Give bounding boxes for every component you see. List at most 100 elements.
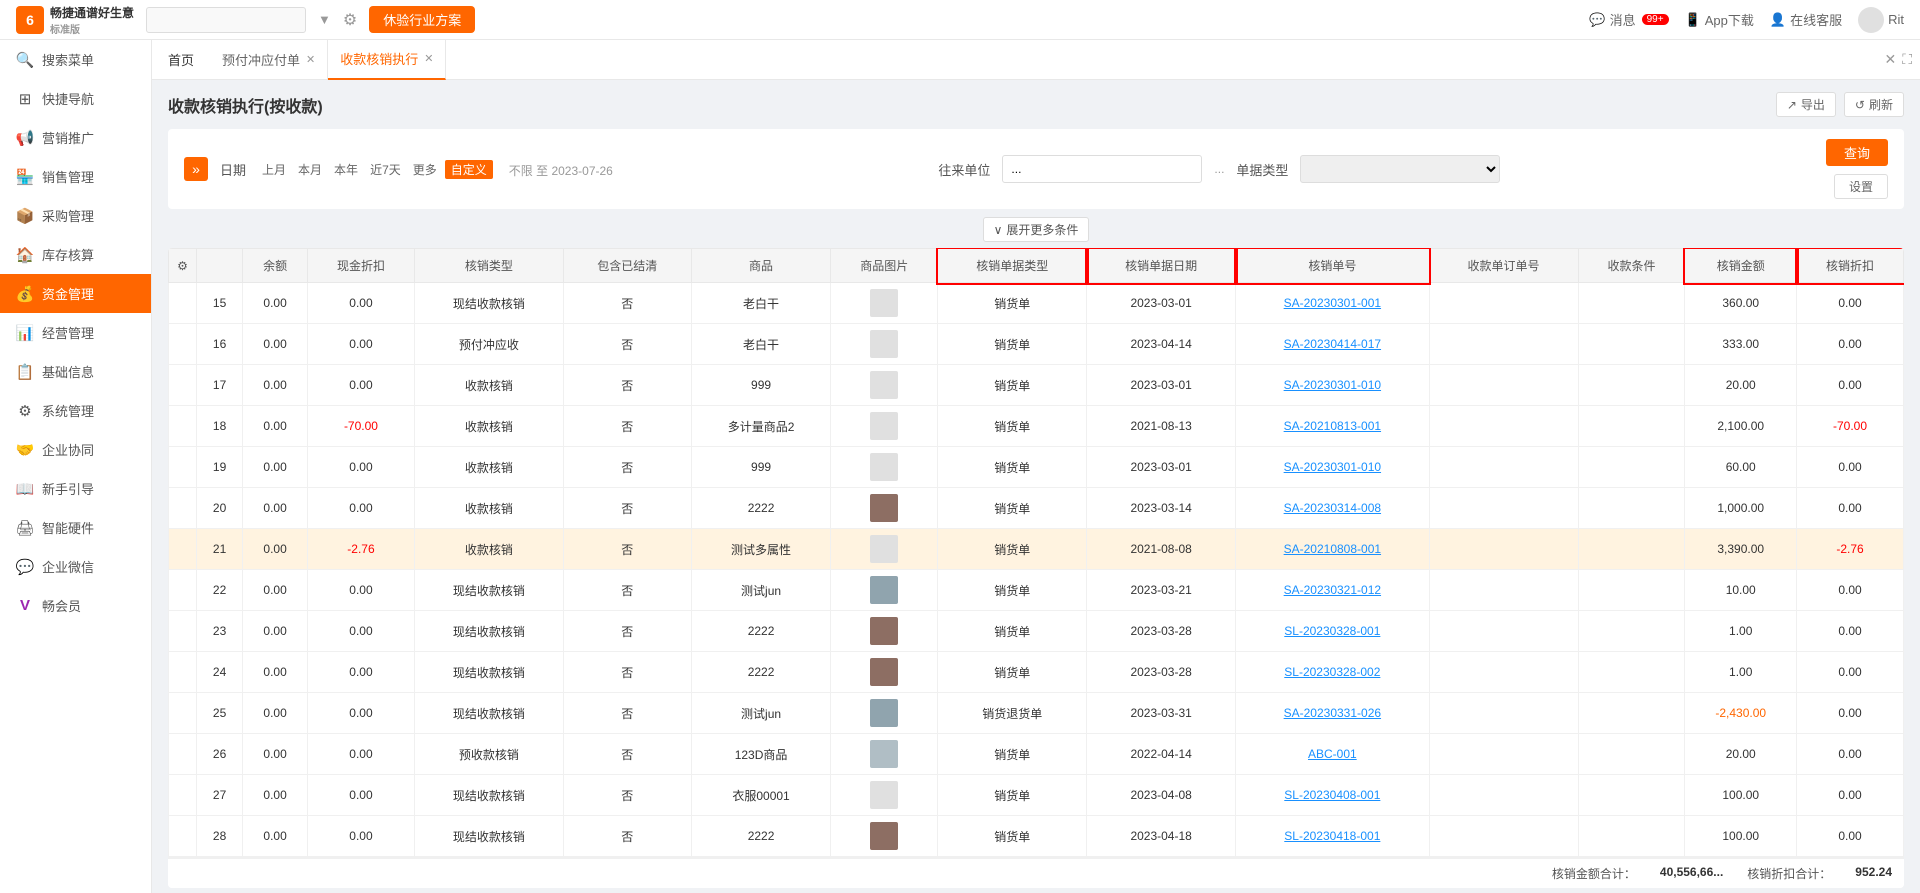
tab-close-all-icon[interactable]: ✕ — [1884, 51, 1896, 68]
expand-more-btn[interactable]: ∨ 展开更多条件 — [983, 217, 1090, 242]
type-select[interactable] — [1300, 155, 1500, 183]
cell-cancel-doc-no[interactable]: SL-20230418-001 — [1236, 816, 1429, 857]
cell-cancel-doc-no[interactable]: SA-20230414-017 — [1236, 324, 1429, 365]
date-link-more[interactable]: 更多 — [409, 160, 441, 179]
page-title: 收款核销执行(按收款) — [168, 93, 323, 117]
tab-home[interactable]: 首页 — [152, 40, 210, 80]
cell-cancel-doc-date: 2023-04-08 — [1087, 775, 1236, 816]
cell-receipt-condition — [1578, 775, 1685, 816]
sidebar-item-marketing[interactable]: 📢 营销推广 — [0, 118, 151, 157]
cell-seq: 22 — [197, 570, 243, 611]
cell-cancel-doc-no[interactable]: ABC-001 — [1236, 734, 1429, 775]
partner-input[interactable] — [1002, 155, 1202, 183]
sidebar-item-baseinfo[interactable]: 📋 基础信息 — [0, 352, 151, 391]
col-goods: 商品 — [691, 249, 831, 283]
cell-settings — [169, 365, 197, 406]
cell-balance: 0.00 — [243, 283, 308, 324]
cell-cancel-type: 现结收款核销 — [414, 283, 563, 324]
sidebar-item-finance[interactable]: 💰 资金管理 — [0, 274, 151, 313]
cell-receipt-order-no — [1429, 406, 1578, 447]
cell-cancel-doc-no[interactable]: SA-20230301-010 — [1236, 447, 1429, 488]
tab-expand-icon[interactable]: ⛶ — [1902, 51, 1912, 68]
tab-prepay-close[interactable]: ✕ — [306, 53, 315, 66]
cell-cancel-doc-no[interactable]: SL-20230408-001 — [1236, 775, 1429, 816]
notification-item[interactable]: 💬 消息 99+ — [1589, 10, 1668, 29]
cell-cancel-amount: 2,100.00 — [1685, 406, 1797, 447]
cell-cancel-doc-no[interactable]: SA-20210808-001 — [1236, 529, 1429, 570]
cell-cancel-doc-no[interactable]: SA-20230321-012 — [1236, 570, 1429, 611]
cell-cancel-doc-no[interactable]: SA-20230331-026 — [1236, 693, 1429, 734]
cell-goods: 999 — [691, 447, 831, 488]
cell-balance: 0.00 — [243, 529, 308, 570]
user-area[interactable]: Rit — [1858, 7, 1904, 33]
cell-settings — [169, 447, 197, 488]
cell-receipt-order-no — [1429, 652, 1578, 693]
logo-area: 6 畅捷通谱好生意 标准版 — [16, 4, 134, 36]
cell-cancel-doc-no[interactable]: SA-20230301-010 — [1236, 365, 1429, 406]
export-button[interactable]: ↗ 导出 — [1776, 92, 1836, 117]
date-link-last-month[interactable]: 上月 — [258, 160, 290, 179]
sidebar-item-member[interactable]: V 畅会员 — [0, 586, 151, 625]
cell-balance: 0.00 — [243, 570, 308, 611]
refresh-icon: ↺ — [1855, 98, 1865, 112]
industry-btn[interactable]: 休验行业方案 — [369, 6, 475, 33]
cell-settings — [169, 406, 197, 447]
gear-icon[interactable]: ⚙ — [343, 10, 357, 30]
cell-goods-img — [831, 775, 938, 816]
sidebar-item-purchase[interactable]: 📦 采购管理 — [0, 196, 151, 235]
cell-cancel-doc-type: 销货单 — [938, 611, 1087, 652]
logo-icon: 6 — [16, 6, 44, 34]
sidebar-item-smarthw[interactable]: 🖨 智能硬件 — [0, 508, 151, 547]
query-button[interactable]: 查询 — [1826, 139, 1888, 166]
sidebar-item-corpcoop[interactable]: 🤝 企业协同 — [0, 430, 151, 469]
sidebar-item-system[interactable]: ⚙ 系统管理 — [0, 391, 151, 430]
cell-cash-discount: 0.00 — [308, 447, 415, 488]
refresh-button[interactable]: ↺ 刷新 — [1844, 92, 1904, 117]
cell-receipt-order-no — [1429, 693, 1578, 734]
sidebar-item-inventory[interactable]: 🏠 库存核算 — [0, 235, 151, 274]
tab-prepay[interactable]: 预付冲应付单 ✕ — [210, 40, 328, 80]
cell-cancel-doc-date: 2022-04-14 — [1087, 734, 1236, 775]
sidebar-item-wechat[interactable]: 💬 企业微信 — [0, 547, 151, 586]
sidebar-item-guide[interactable]: 📖 新手引导 — [0, 469, 151, 508]
cell-cancel-doc-no[interactable]: SA-20230314-008 — [1236, 488, 1429, 529]
col-settings[interactable]: ⚙ — [169, 249, 197, 283]
table-row: 21 0.00 -2.76 收款核销 否 测试多属性 销货单 2021-08-0… — [169, 529, 1904, 570]
cell-receipt-condition — [1578, 365, 1685, 406]
cell-cancel-doc-no[interactable]: SA-20230301-001 — [1236, 283, 1429, 324]
col-cancel-discount: 核销折扣 — [1797, 249, 1904, 283]
cell-receipt-condition — [1578, 570, 1685, 611]
cell-cancel-doc-no[interactable]: SA-20210813-001 — [1236, 406, 1429, 447]
app-download-item[interactable]: 📱 App下载 — [1685, 10, 1754, 29]
cell-cancel-doc-type: 销货退货单 — [938, 693, 1087, 734]
cell-cancel-doc-type: 销货单 — [938, 570, 1087, 611]
sidebar-item-search[interactable]: 🔍 搜索菜单 — [0, 40, 151, 79]
date-link-7days[interactable]: 近7天 — [366, 160, 405, 179]
tab-cancel[interactable]: 收款核销执行 ✕ — [328, 40, 446, 80]
sidebar-item-quicknav[interactable]: ⊞ 快捷导航 — [0, 79, 151, 118]
date-custom-btn[interactable]: 自定义 — [445, 160, 493, 179]
cell-include-settled: 否 — [563, 570, 691, 611]
tab-cancel-close[interactable]: ✕ — [424, 52, 433, 65]
sidebar-label-guide: 新手引导 — [42, 479, 94, 498]
cell-cancel-doc-no[interactable]: SL-20230328-002 — [1236, 652, 1429, 693]
sidebar-item-sales[interactable]: 🏪 销售管理 — [0, 157, 151, 196]
cell-cancel-doc-date: 2023-03-31 — [1087, 693, 1236, 734]
cell-cancel-amount: 1.00 — [1685, 652, 1797, 693]
expand-more-label: 展开更多条件 — [1006, 221, 1078, 238]
online-service-item[interactable]: 👤 在线客服 — [1770, 10, 1842, 29]
sidebar-item-operations[interactable]: 📊 经营管理 — [0, 313, 151, 352]
filter-expand-btn[interactable]: » — [184, 157, 208, 181]
cell-balance: 0.00 — [243, 447, 308, 488]
top-search-input[interactable] — [146, 7, 306, 33]
cell-cash-discount: 0.00 — [308, 324, 415, 365]
date-link-this-month[interactable]: 本月 — [294, 160, 326, 179]
dropdown-arrow-icon[interactable]: ▼ — [318, 12, 331, 27]
date-link-this-year[interactable]: 本年 — [330, 160, 362, 179]
cell-cancel-type: 收款核销 — [414, 529, 563, 570]
table-header-row: ⚙ 余额 现金折扣 核销类型 包含已结清 商品 商品图片 核销单据类型 核销单据… — [169, 249, 1904, 283]
setting-button[interactable]: 设置 — [1834, 174, 1888, 199]
cell-cancel-type: 现结收款核销 — [414, 570, 563, 611]
cell-cancel-doc-no[interactable]: SL-20230328-001 — [1236, 611, 1429, 652]
date-range-text: 不限 至 2023-07-26 — [509, 162, 613, 179]
